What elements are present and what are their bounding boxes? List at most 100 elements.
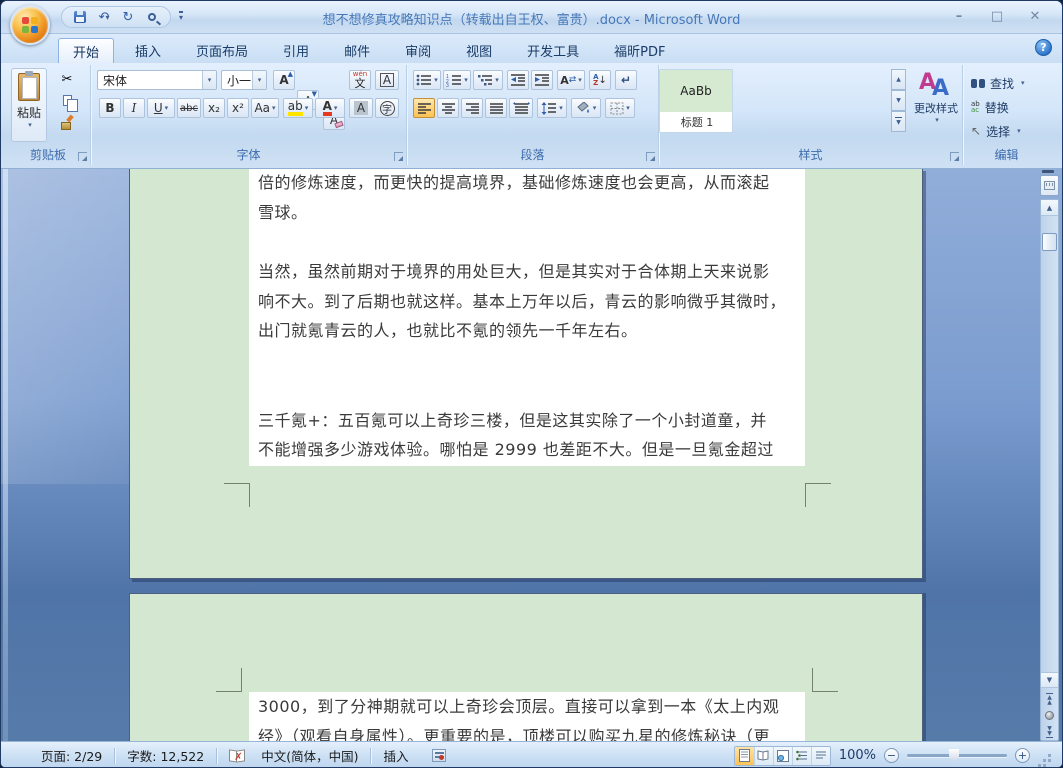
justify-button[interactable]	[485, 98, 507, 118]
outline-view-button[interactable]	[792, 747, 811, 765]
macro-record-button[interactable]	[420, 746, 458, 766]
select-button[interactable]: ↖ 选择 ▾	[971, 121, 1021, 141]
web-layout-view-button[interactable]	[773, 747, 792, 765]
help-button[interactable]: ?	[1035, 39, 1052, 56]
decrease-indent-button[interactable]	[507, 70, 529, 90]
split-handle[interactable]	[1042, 170, 1054, 173]
multilevel-list-button[interactable]: ▾	[473, 70, 503, 90]
word-count-indicator[interactable]: 字数: 12,522	[115, 746, 216, 766]
margin-crop-mark	[812, 668, 838, 692]
grow-font-button[interactable]: A▲	[273, 70, 295, 90]
scroll-up-button[interactable]: ▲	[1041, 200, 1058, 216]
office-button[interactable]	[10, 5, 50, 45]
style-item[interactable]: AaBb 标题 1	[659, 69, 733, 133]
zoom-level[interactable]: 100%	[839, 748, 876, 763]
ribbon-tab[interactable]: 开始	[58, 38, 114, 63]
sort-button[interactable]: AZ ↓	[589, 70, 611, 90]
cut-button[interactable]: ✂	[54, 69, 80, 90]
asian-layout-button[interactable]: A⇄▾	[557, 70, 585, 90]
spellcheck-status[interactable]: ✗	[217, 746, 257, 766]
page-indicator[interactable]: 页面: 2/29	[1, 746, 114, 766]
ruler-toggle-button[interactable]	[1040, 175, 1059, 196]
change-case-button[interactable]: Aa▾	[251, 98, 279, 118]
next-page-button[interactable]: ▼▼	[1041, 724, 1058, 741]
resize-grip[interactable]	[1038, 749, 1052, 763]
show-hide-marks-button[interactable]: ↵	[615, 70, 637, 90]
zoom-slider-thumb[interactable]	[949, 749, 959, 762]
page2-text-block[interactable]: 3000，到了分神期就可以上奇珍会顶层。直接可以拿到一本《太上内观经》（观看自身…	[249, 692, 805, 741]
print-layout-view-button[interactable]	[735, 747, 754, 765]
fullscreen-reading-view-button[interactable]	[754, 747, 773, 765]
document-workspace[interactable]: 倍的修炼速度，而更快的提高境界，基础修炼速度也会更高，从而滚起雪球。 当然，虽然…	[1, 169, 1062, 741]
scroll-down-button[interactable]: ▼	[1041, 672, 1058, 688]
ribbon-tab[interactable]: 插入	[121, 38, 175, 63]
bullets-button[interactable]: ▾	[413, 70, 441, 90]
font-dialog-launcher[interactable]	[394, 152, 403, 161]
chevron-down-icon[interactable]: ▾	[252, 71, 266, 89]
line-spacing-button[interactable]: ▾	[537, 98, 567, 118]
paragraph-dialog-launcher[interactable]	[646, 152, 655, 161]
zoom-slider[interactable]	[907, 754, 1007, 757]
underline-button[interactable]: U▾	[147, 98, 175, 118]
enclose-characters-button[interactable]: 字	[375, 98, 399, 118]
document-page-2[interactable]: 3000，到了分神期就可以上奇珍会顶层。直接可以拿到一本《太上内观经》（观看自身…	[129, 593, 923, 741]
insert-mode-indicator[interactable]: 插入	[371, 746, 420, 766]
close-button[interactable]: ✕	[1022, 7, 1048, 25]
phonetic-guide-button[interactable]: wén文	[349, 70, 371, 90]
superscript-button[interactable]: x²	[227, 98, 249, 118]
font-color-button[interactable]: A▾	[315, 98, 345, 118]
shading-button[interactable]: ▾	[571, 98, 601, 118]
ribbon-tab[interactable]: 福昕PDF	[600, 38, 679, 63]
ribbon-tab[interactable]: 审阅	[391, 38, 445, 63]
italic-button[interactable]: I	[123, 98, 145, 118]
ribbon-tab[interactable]: 引用	[269, 38, 323, 63]
increase-indent-button[interactable]	[531, 70, 553, 90]
ribbon-tab[interactable]: 邮件	[330, 38, 384, 63]
chevron-down-icon[interactable]: ▾	[202, 71, 216, 89]
vertical-scrollbar[interactable]: ▲ ▼ ▲▲ ▼▼	[1040, 199, 1059, 741]
text-highlight-button[interactable]: ab▾	[283, 98, 313, 118]
ribbon-tab[interactable]: 页面布局	[182, 38, 262, 63]
minimize-button[interactable]: –	[946, 7, 972, 25]
select-label: 选择	[986, 123, 1010, 140]
styles-more-button[interactable]: ▼	[891, 111, 906, 132]
styles-dialog-launcher[interactable]	[950, 152, 959, 161]
format-painter-button[interactable]	[54, 111, 80, 132]
language-indicator[interactable]: 中文(简体，中国)	[257, 746, 370, 766]
zoom-out-button[interactable]: −	[884, 748, 899, 763]
borders-button[interactable]: ▾	[605, 98, 635, 118]
chevron-down-icon: ▾	[434, 76, 438, 84]
align-right-button[interactable]	[461, 98, 483, 118]
zoom-in-button[interactable]: +	[1015, 748, 1030, 763]
previous-page-button[interactable]: ▲▲	[1041, 690, 1058, 707]
character-border-button[interactable]: A	[375, 70, 399, 90]
distribute-button[interactable]	[509, 98, 533, 118]
align-center-button[interactable]	[437, 98, 459, 118]
find-button[interactable]: 查找 ▾	[971, 73, 1025, 93]
change-styles-button[interactable]: AA 更改样式 ▾	[911, 68, 961, 144]
numbering-button[interactable]: 123 ▾	[443, 70, 471, 90]
styles-scroll-up-button[interactable]: ▲	[891, 69, 906, 90]
document-page-1[interactable]: 倍的修炼速度，而更快的提高境界，基础修炼速度也会更高，从而滚起雪球。 当然，虽然…	[129, 169, 923, 579]
paste-button[interactable]: 粘贴 ▾	[11, 68, 47, 142]
page1-text-block[interactable]: 倍的修炼速度，而更快的提高境界，基础修炼速度也会更高，从而滚起雪球。 当然，虽然…	[249, 169, 805, 466]
scrollbar-thumb[interactable]	[1042, 233, 1057, 251]
subscript-button[interactable]: x₂	[203, 98, 225, 118]
strikethrough-button[interactable]: abc	[177, 98, 201, 118]
character-shading-button[interactable]: A	[349, 98, 373, 118]
select-browse-object-button[interactable]	[1041, 707, 1058, 724]
maximize-button[interactable]: □	[984, 7, 1010, 25]
draft-view-button[interactable]	[811, 747, 830, 765]
font-name-combo[interactable]: 宋体 ▾	[97, 70, 217, 90]
margin-crop-mark	[216, 668, 242, 692]
replace-button[interactable]: abac 替换	[971, 97, 1009, 117]
ribbon-tab[interactable]: 开发工具	[513, 38, 593, 63]
copy-button[interactable]	[54, 90, 80, 111]
ribbon-tab[interactable]: 视图	[452, 38, 506, 63]
align-left-button[interactable]	[413, 98, 435, 118]
clipboard-dialog-launcher[interactable]	[78, 152, 87, 161]
styles-scroll-down-button[interactable]: ▼	[891, 90, 906, 111]
chevron-down-icon: ▾	[935, 116, 939, 124]
font-size-combo[interactable]: 小一 ▾	[221, 70, 267, 90]
bold-button[interactable]: B	[99, 98, 121, 118]
